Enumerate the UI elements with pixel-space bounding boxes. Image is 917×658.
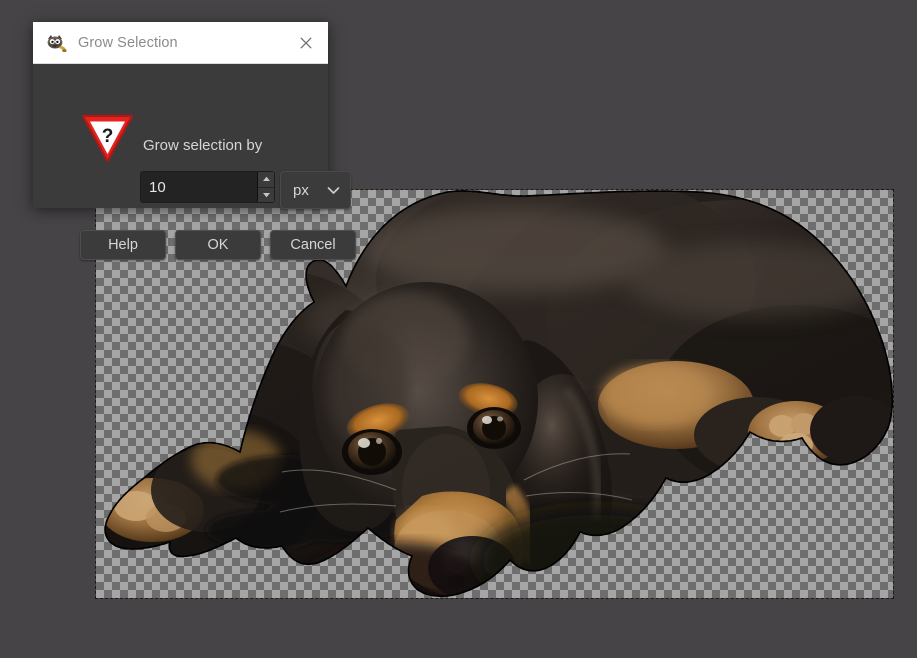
grow-amount-input[interactable] <box>141 172 257 202</box>
dialog-button-row: Help OK Cancel <box>80 230 356 260</box>
dialog-title: Grow Selection <box>78 34 178 51</box>
question-triangle-icon: ? <box>81 114 134 163</box>
grow-selection-label: Grow selection by <box>143 137 263 154</box>
grow-amount-spinner[interactable] <box>140 171 275 203</box>
dialog-body: ? Grow selection by px <box>33 64 356 260</box>
svg-text:?: ? <box>102 126 114 147</box>
spinner-up-icon[interactable] <box>258 172 274 188</box>
spinner-buttons[interactable] <box>257 172 274 202</box>
help-button[interactable]: Help <box>80 230 166 260</box>
ok-button[interactable]: OK <box>175 230 261 260</box>
grow-selection-dialog: Grow Selection ? Grow selection by 10 px… <box>33 22 356 260</box>
close-icon[interactable] <box>295 32 317 54</box>
grow-amount-row: px <box>140 171 351 209</box>
unit-dropdown[interactable]: px <box>280 171 351 209</box>
cancel-button[interactable]: Cancel <box>270 230 356 260</box>
unit-dropdown-value: px <box>293 181 309 199</box>
dialog-titlebar[interactable]: Grow Selection <box>33 22 328 64</box>
spinner-down-icon[interactable] <box>258 187 274 202</box>
chevron-down-icon <box>327 186 340 195</box>
wilber-gimp-icon <box>47 34 67 52</box>
